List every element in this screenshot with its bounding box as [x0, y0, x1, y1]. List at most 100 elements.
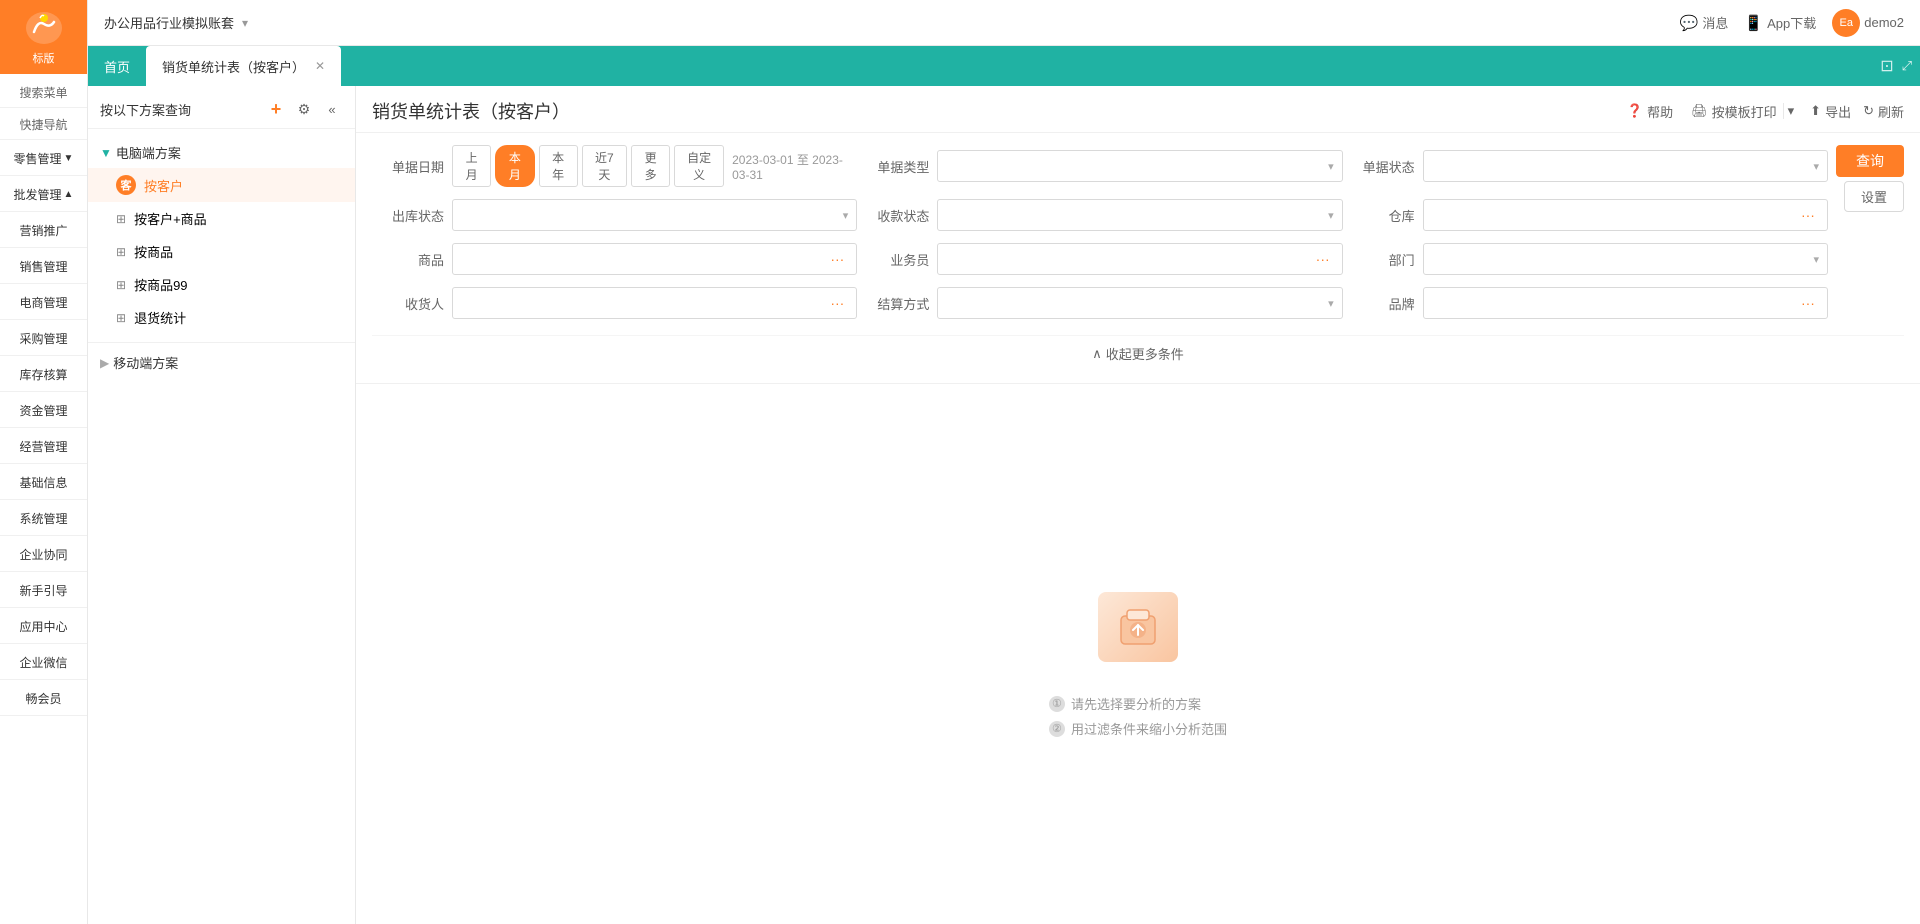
sidebar-item-purchase[interactable]: 采购管理 [0, 320, 87, 356]
help-label: 帮助 [1647, 102, 1673, 121]
help-icon: ❓ [1627, 103, 1643, 119]
system-label: 系统管理 [19, 510, 67, 527]
receiver-dots-icon[interactable]: ··· [826, 295, 848, 311]
sidebar-item-sales[interactable]: 销售管理 [0, 248, 87, 284]
collection-status-select[interactable]: ▾ [937, 199, 1342, 231]
refresh-button[interactable]: ↻ 刷新 [1863, 102, 1904, 121]
tree-mobile-parent[interactable]: ▶ 移动端方案 [88, 347, 355, 378]
tip-num-2: ② [1049, 721, 1065, 737]
out-status-select[interactable]: ▾ [452, 199, 857, 231]
left-panel-header: 按以下方案查询 + ⚙ « [88, 86, 355, 129]
finance-label: 资金管理 [19, 402, 67, 419]
sales-label: 销售管理 [19, 258, 67, 275]
date-this-month-btn[interactable]: 本月 [495, 145, 534, 187]
sidebar-item-ecommerce[interactable]: 电商管理 [0, 284, 87, 320]
warehouse-dots-icon[interactable]: ··· [1797, 207, 1819, 223]
expand-icon: ⊡ [1880, 56, 1893, 76]
export-button[interactable]: ⬆ 导出 [1810, 102, 1851, 121]
tab-home[interactable]: 首页 [88, 46, 146, 86]
sidebar-item-finance[interactable]: 资金管理 [0, 392, 87, 428]
out-status-label: 出库状态 [372, 206, 452, 225]
sidebar-item-cooperation[interactable]: 企业协同 [0, 536, 87, 572]
tree-item-by-product99[interactable]: ⊞ 按商品99 [88, 268, 355, 301]
collapse-panel-button[interactable]: « [321, 98, 343, 120]
sidebar-item-wholesale[interactable]: 批发管理 ▲ [0, 176, 87, 212]
doc-status-select[interactable]: ▾ [1423, 150, 1828, 182]
print-icon: 🖨 [1691, 103, 1708, 119]
date-last-month-btn[interactable]: 上月 [452, 145, 491, 187]
tree-item-return-stats[interactable]: ⊞ 退货统计 [88, 301, 355, 334]
salesperson-dots-icon[interactable]: ··· [1312, 251, 1334, 267]
sidebar-item-inventory[interactable]: 库存核算 [0, 356, 87, 392]
brand-dots-icon[interactable]: ··· [1797, 295, 1819, 311]
messages-label: 消息 [1702, 13, 1728, 32]
collapse-bar[interactable]: ∧ 收起更多条件 [372, 335, 1904, 371]
add-scheme-button[interactable]: + [265, 98, 287, 120]
tab-sales-stats[interactable]: 销货单统计表（按客户） ✕ [146, 46, 341, 86]
wholesale-label: 批发管理 [14, 186, 62, 203]
receiver-select[interactable]: ··· [452, 287, 857, 319]
sidebar-item-marketing[interactable]: 营销推广 [0, 212, 87, 248]
tip-num-1: ① [1049, 696, 1065, 712]
salesperson-select[interactable]: ··· [937, 243, 1342, 275]
sidebar-item-appcenter[interactable]: 应用中心 [0, 608, 87, 644]
date-this-year-btn[interactable]: 本年 [539, 145, 578, 187]
sidebar-item-member[interactable]: 畅会员 [0, 680, 87, 716]
tab-expand-icon[interactable]: ⊡ ⤢ [1872, 56, 1920, 76]
app-download-button[interactable]: 📱 App下载 [1744, 13, 1816, 32]
sidebar-item-operations[interactable]: 经营管理 [0, 428, 87, 464]
tree-item-by-customer[interactable]: 客 按客户 [88, 168, 355, 202]
brand-select[interactable]: ··· [1423, 287, 1828, 319]
tab-close-icon[interactable]: ✕ [315, 59, 325, 73]
top-header-right: 💬 消息 📱 App下载 Ea demo2 [1680, 9, 1904, 37]
wechat-label: 企业微信 [19, 654, 67, 671]
sidebar-item-retail[interactable]: 零售管理 ▼ [0, 140, 87, 176]
sidebar-item-wechat[interactable]: 企业微信 [0, 644, 87, 680]
sidebar-search[interactable]: 搜索菜单 [0, 74, 87, 108]
sidebar-item-basic[interactable]: 基础信息 [0, 464, 87, 500]
help-button[interactable]: ❓ 帮助 [1627, 102, 1673, 121]
warehouse-select[interactable]: ··· [1423, 199, 1828, 231]
settings-scheme-button[interactable]: ⚙ [293, 98, 315, 120]
print-dropdown-arrow[interactable]: ▾ [1783, 103, 1799, 119]
warehouse-control: ··· [1423, 199, 1828, 231]
avatar: Ea [1832, 9, 1860, 37]
print-button[interactable]: 🖨 按模板打印 [1685, 102, 1783, 121]
date-custom-btn[interactable]: 自定义 [674, 145, 724, 187]
tree-item-by-customer-product[interactable]: ⊞ 按客户+商品 [88, 202, 355, 235]
tree-item-by-product[interactable]: ⊞ 按商品 [88, 235, 355, 268]
tip-1-text: 请先选择要分析的方案 [1071, 694, 1201, 713]
collapse-label: 收起更多条件 [1106, 344, 1184, 363]
receiver-control: ··· [452, 287, 857, 319]
date-last7-btn[interactable]: 近7天 [582, 145, 627, 187]
messages-button[interactable]: 💬 消息 [1680, 13, 1729, 32]
maximize-icon: ⤢ [1902, 58, 1912, 74]
title-dropdown-icon[interactable]: ▾ [242, 16, 248, 30]
empty-tip-2: ② 用过滤条件来缩小分析范围 [1049, 719, 1227, 738]
sidebar-item-system[interactable]: 系统管理 [0, 500, 87, 536]
department-select[interactable]: ▾ [1423, 243, 1828, 275]
date-more-btn[interactable]: 更多 [631, 145, 670, 187]
tree-mobile-arrow-icon: ▶ [100, 356, 109, 370]
doc-type-select[interactable]: ▾ [937, 150, 1342, 182]
settings-button[interactable]: 设置 [1844, 181, 1904, 212]
query-button[interactable]: 查询 [1836, 145, 1904, 177]
content-area: 按以下方案查询 + ⚙ « ▼ 电脑端方案 客 按客户 ⊞ 按客户+商品 [88, 86, 1920, 924]
product-select[interactable]: ··· [452, 243, 857, 275]
return-stats-label: 退货统计 [134, 308, 186, 327]
product-dots-icon[interactable]: ··· [826, 251, 848, 267]
basic-label: 基础信息 [19, 474, 67, 491]
refresh-label: 刷新 [1878, 102, 1904, 121]
app-download-label: App下载 [1767, 13, 1816, 32]
empty-image [1078, 582, 1198, 682]
right-panel: 销货单统计表（按客户） ❓ 帮助 🖨 按模板打印 ▾ ⬆ [356, 86, 1920, 924]
date-label: 单据日期 [372, 157, 452, 176]
date-control: 上月 本月 本年 近7天 更多 自定义 2023-03-01 至 2023-03… [452, 145, 857, 187]
by-product99-icon: ⊞ [116, 278, 126, 292]
product-label: 商品 [372, 250, 452, 269]
sidebar-item-newbie[interactable]: 新手引导 [0, 572, 87, 608]
user-info[interactable]: Ea demo2 [1832, 9, 1904, 37]
tree-desktop-parent[interactable]: ▼ 电脑端方案 [88, 137, 355, 168]
sidebar-nav[interactable]: 快捷导航 [0, 108, 87, 140]
settlement-select[interactable]: ▾ [937, 287, 1342, 319]
